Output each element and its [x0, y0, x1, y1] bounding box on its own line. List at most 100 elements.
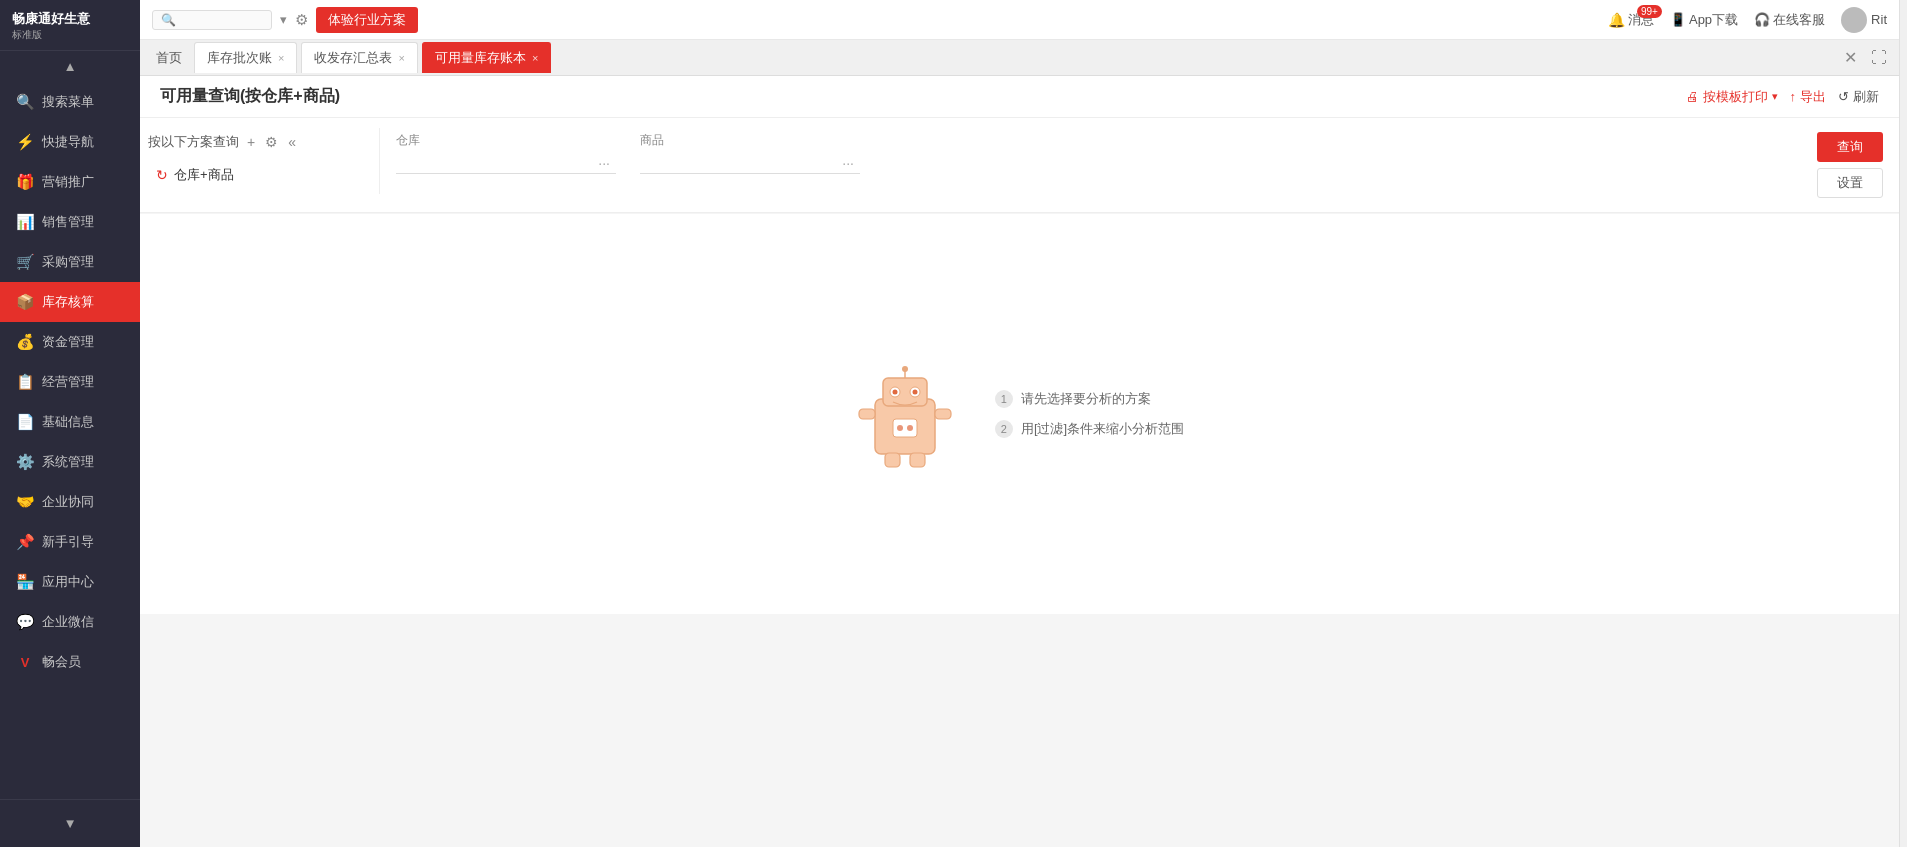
logo-sub: 标准版	[12, 28, 128, 42]
topbar-dropdown-icon[interactable]: ▾	[280, 12, 287, 27]
sidebar-item-basic[interactable]: 📄 基础信息	[0, 402, 140, 442]
sidebar-item-system[interactable]: ⚙️ 系统管理	[0, 442, 140, 482]
sidebar-item-label: 资金管理	[42, 333, 94, 351]
scheme-item-warehouse[interactable]: ↻ 仓库+商品	[148, 160, 371, 190]
settings-scheme-btn[interactable]: ⚙	[263, 132, 280, 152]
sidebar-item-inventory[interactable]: 📦 库存核算	[0, 282, 140, 322]
topbar-app-download[interactable]: 📱 App下载	[1670, 11, 1738, 29]
box-icon: 📦	[16, 293, 34, 311]
sidebar-bottom: ▼	[0, 799, 140, 847]
sidebar-item-appstore[interactable]: 🏪 应用中心	[0, 562, 140, 602]
product-more-btn[interactable]: ···	[840, 155, 856, 171]
tab-close-window-btn[interactable]: ✕	[1840, 46, 1861, 69]
right-edge-scrollbar[interactable]	[1899, 0, 1907, 847]
tip-num-1: 1	[995, 390, 1013, 408]
topbar-user[interactable]: Rit	[1841, 7, 1887, 33]
empty-tips: 1 请先选择要分析的方案 2 用[过滤]条件来缩小分析范围	[995, 390, 1184, 438]
gear-icon: ⚙️	[16, 453, 34, 471]
svg-rect-12	[893, 419, 917, 437]
empty-state-content: 1 请先选择要分析的方案 2 用[过滤]条件来缩小分析范围	[855, 364, 1184, 464]
topbar-gear-icon[interactable]: ⚙	[295, 11, 308, 29]
empty-tip-2: 2 用[过滤]条件来缩小分析范围	[995, 420, 1184, 438]
sidebar-item-label: 畅会员	[42, 653, 81, 671]
topbar-search-box[interactable]: 🔍	[152, 10, 272, 30]
collapse-scheme-btn[interactable]: «	[286, 132, 298, 152]
sidebar-item-finance[interactable]: 💰 资金管理	[0, 322, 140, 362]
export-icon: ↑	[1790, 89, 1797, 104]
svg-point-13	[897, 425, 903, 431]
empty-tip-1: 1 请先选择要分析的方案	[995, 390, 1184, 408]
settings-button[interactable]: 设置	[1817, 168, 1883, 198]
product-input-row: ···	[640, 153, 860, 174]
product-label: 商品	[640, 132, 860, 149]
main-area: 🔍 ▾ ⚙ 体验行业方案 🔔 消息 99+ 📱 App下载 🎧 在线客服 Rit	[140, 0, 1899, 847]
sidebar-scroll-down[interactable]: ▼	[59, 812, 80, 835]
topbar-trial-button[interactable]: 体验行业方案	[316, 7, 418, 33]
sidebar-item-label: 企业协同	[42, 493, 94, 511]
filter-actions-side: 查询 设置	[1817, 128, 1899, 202]
document-icon: 📄	[16, 413, 34, 431]
sidebar-item-purchase[interactable]: 🛒 采购管理	[0, 242, 140, 282]
topbar-message[interactable]: 🔔 消息 99+	[1608, 11, 1654, 29]
sidebar-nav: 🔍 搜索菜单 ⚡ 快捷导航 🎁 营销推广 📊 销售管理 🛒 采购管理 📦 库存核…	[0, 82, 140, 799]
page-title: 可用量查询(按仓库+商品)	[160, 86, 340, 107]
sidebar-item-label: 营销推广	[42, 173, 94, 191]
scheme-item-label: 仓库+商品	[174, 166, 234, 184]
sidebar-item-operation[interactable]: 📋 经营管理	[0, 362, 140, 402]
clipboard-icon: 📋	[16, 373, 34, 391]
empty-robot-illustration	[855, 364, 955, 464]
pin-icon: 📌	[16, 533, 34, 551]
headset-icon: 🎧	[1754, 12, 1770, 27]
tab-close-receipt[interactable]: ×	[398, 52, 404, 64]
refresh-btn[interactable]: ↺ 刷新	[1838, 88, 1879, 106]
page-content: 可用量查询(按仓库+商品) 🖨 按模板打印 ▾ ↑ 导出 ↺ 刷新	[140, 76, 1899, 847]
warehouse-more-btn[interactable]: ···	[596, 155, 612, 171]
topbar-search-input[interactable]	[180, 13, 260, 27]
sidebar-item-search[interactable]: 🔍 搜索菜单	[0, 82, 140, 122]
topbar-search-icon: 🔍	[161, 13, 176, 27]
topbar-right: 🔔 消息 99+ 📱 App下载 🎧 在线客服 Rit	[1608, 7, 1887, 33]
sidebar-item-quicknav[interactable]: ⚡ 快捷导航	[0, 122, 140, 162]
topbar-online-service[interactable]: 🎧 在线客服	[1754, 11, 1825, 29]
filter-scheme-label: 按以下方案查询	[148, 133, 239, 151]
bell-icon: 🔔	[1608, 12, 1625, 28]
tabs-bar-right: ✕ ⛶	[1840, 46, 1891, 69]
tab-expand-btn[interactable]: ⛶	[1867, 47, 1891, 69]
sidebar-item-member[interactable]: V 畅会员	[0, 642, 140, 682]
tab-label: 库存批次账	[207, 49, 272, 67]
tip-num-2: 2	[995, 420, 1013, 438]
tab-home[interactable]: 首页	[148, 43, 190, 73]
product-input[interactable]	[644, 156, 836, 171]
sidebar-item-label: 基础信息	[42, 413, 94, 431]
sidebar-item-newbie[interactable]: 📌 新手引导	[0, 522, 140, 562]
tab-receipt[interactable]: 收发存汇总表 ×	[301, 42, 417, 73]
filter-scheme-header: 按以下方案查询 + ⚙ «	[148, 132, 371, 152]
sidebar-item-enterprise[interactable]: 🤝 企业协同	[0, 482, 140, 522]
tab-available[interactable]: 可用量库存账本 ×	[422, 42, 551, 73]
warehouse-input-row: ···	[396, 153, 616, 174]
svg-rect-9	[935, 409, 951, 419]
tab-label: 可用量库存账本	[435, 49, 526, 67]
refresh-icon: ↺	[1838, 89, 1849, 104]
empty-state: 1 请先选择要分析的方案 2 用[过滤]条件来缩小分析范围	[140, 214, 1899, 614]
export-btn[interactable]: ↑ 导出	[1790, 88, 1827, 106]
page-header-actions: 🖨 按模板打印 ▾ ↑ 导出 ↺ 刷新	[1686, 88, 1880, 106]
user-name: Rit	[1871, 12, 1887, 27]
store-icon: 🏪	[16, 573, 34, 591]
sidebar-item-sales[interactable]: 📊 销售管理	[0, 202, 140, 242]
svg-point-14	[907, 425, 913, 431]
tab-batch[interactable]: 库存批次账 ×	[194, 42, 297, 73]
sidebar-item-weixin[interactable]: 💬 企业微信	[0, 602, 140, 642]
sidebar-scroll-up[interactable]: ▲	[59, 55, 80, 78]
add-scheme-btn[interactable]: +	[245, 132, 257, 152]
chat-icon: 💬	[16, 613, 34, 631]
print-template-btn[interactable]: 🖨 按模板打印 ▾	[1686, 88, 1778, 106]
svg-point-5	[912, 390, 917, 395]
tab-close-available[interactable]: ×	[532, 52, 538, 64]
sidebar-item-label: 经营管理	[42, 373, 94, 391]
tab-close-batch[interactable]: ×	[278, 52, 284, 64]
vip-icon: V	[16, 655, 34, 670]
sidebar-item-marketing[interactable]: 🎁 营销推广	[0, 162, 140, 202]
warehouse-input[interactable]	[400, 156, 592, 171]
query-button[interactable]: 查询	[1817, 132, 1883, 162]
